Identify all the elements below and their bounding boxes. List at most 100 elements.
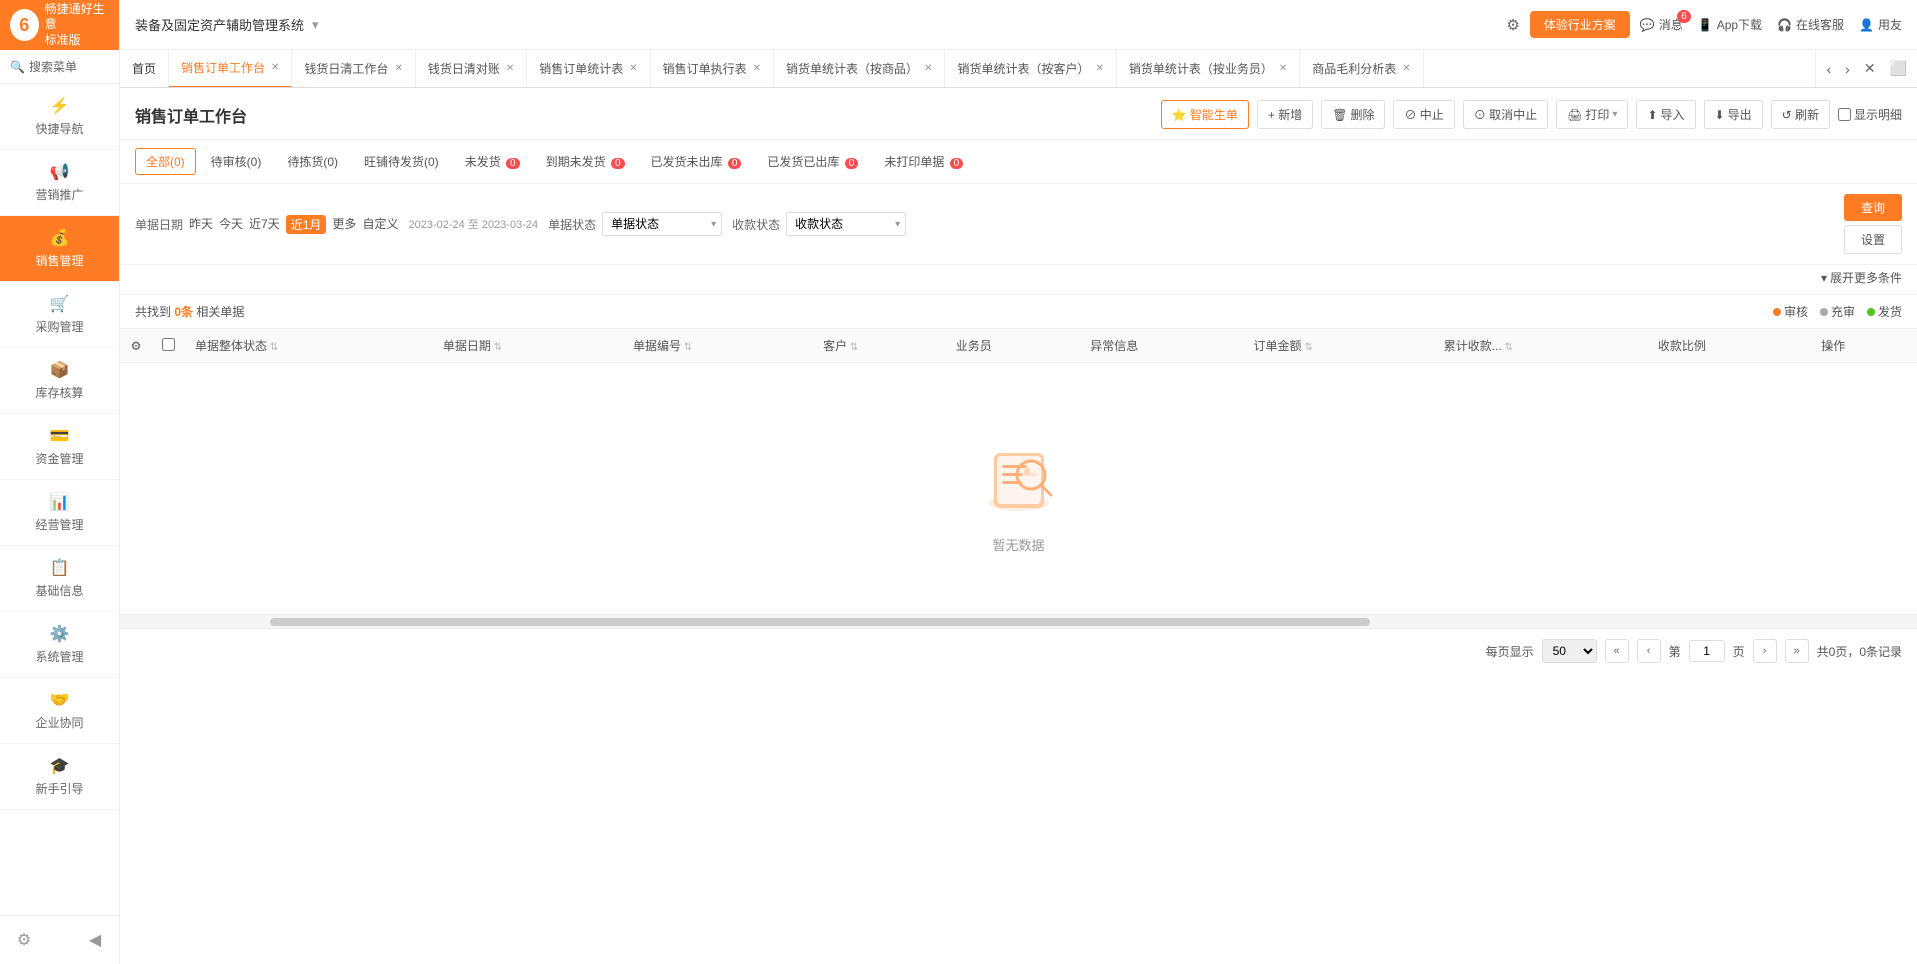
th-customer[interactable]: 客户 (813, 329, 946, 363)
chevron-down-icon[interactable]: ▾ (312, 17, 319, 33)
tab-sales-stats-customer[interactable]: 销货单统计表（按客户） ✕ (945, 50, 1116, 88)
tab-close-stats-staff[interactable]: ✕ (1279, 63, 1287, 74)
show-detail-input[interactable] (1838, 108, 1851, 121)
delete-btn[interactable]: 🗑 删除 (1321, 100, 1385, 129)
online-service-btn[interactable]: 🎧 在线客服 (1777, 16, 1844, 33)
th-date[interactable]: 单据日期 (433, 329, 623, 363)
date-last7[interactable]: 近7天 (249, 215, 280, 234)
sidebar-item-marketing[interactable]: 📢 营销推广 (0, 150, 119, 216)
th-status[interactable]: 单据整体状态 (185, 329, 433, 363)
expand-more-btn[interactable]: ▾ 展开更多条件 (1821, 269, 1902, 286)
refresh-btn[interactable]: ↺ 刷新 (1771, 100, 1830, 129)
tab-close-stats-customer[interactable]: ✕ (1095, 63, 1103, 74)
query-btn[interactable]: 查询 (1844, 194, 1902, 221)
review-action[interactable]: 审核 (1773, 303, 1808, 320)
next-page-btn[interactable]: › (1753, 639, 1777, 663)
cancel-stop-btn[interactable]: ⊙ 取消中止 (1463, 100, 1548, 129)
app-download-btn[interactable]: 📱 App下载 (1698, 16, 1762, 33)
sub-tab-pending-inspect[interactable]: 待拣货(0) (276, 148, 349, 175)
tab-close-cash-daily[interactable]: ✕ (394, 63, 402, 74)
th-amount[interactable]: 订单金额 (1244, 329, 1434, 363)
user-btn[interactable]: 👤 用友 (1859, 16, 1902, 33)
smart-create-btn[interactable]: ⭐ 智能生单 (1161, 100, 1249, 129)
message-icon: 💬 (1640, 18, 1655, 32)
sub-tab-wangpu[interactable]: 旺铺待发货(0) (353, 148, 450, 175)
tab-product-margin[interactable]: 商品毛利分析表 ✕ (1300, 50, 1423, 88)
lightning-icon: ⚡ (50, 96, 70, 116)
topbar-settings-icon[interactable]: ⚙ (1506, 16, 1519, 34)
last-page-btn[interactable]: » (1785, 639, 1809, 663)
tab-cash-reconcile[interactable]: 钱货日清对账 ✕ (416, 50, 527, 88)
sidebar-item-enterprise[interactable]: 🤝 企业协同 (0, 678, 119, 744)
sidebar-item-finance[interactable]: 💳 资金管理 (0, 414, 119, 480)
star-icon: ⭐ (1172, 108, 1187, 122)
tab-close-sales-order[interactable]: ✕ (271, 62, 279, 73)
sidebar-item-quick-nav[interactable]: ⚡ 快捷导航 (0, 84, 119, 150)
date-today[interactable]: 今天 (219, 215, 243, 234)
tab-cash-daily[interactable]: 钱货日清工作台 ✕ (292, 50, 415, 88)
tab-sales-order-stats[interactable]: 销售订单统计表 ✕ (527, 50, 650, 88)
status-select[interactable]: 单据状态 (602, 212, 722, 236)
tab-sales-stats-staff[interactable]: 销货单统计表（按业务员） ✕ (1117, 50, 1300, 88)
show-detail-checkbox[interactable]: 显示明细 (1838, 106, 1902, 123)
sub-tab-pending-review[interactable]: 待审核(0) (200, 148, 273, 175)
import-btn[interactable]: ⬆ 导入 (1636, 100, 1695, 129)
sub-tab-overdue[interactable]: 到期未发货 0 (535, 148, 636, 175)
th-number[interactable]: 单据编号 (623, 329, 813, 363)
prev-page-btn[interactable]: ‹ (1637, 639, 1661, 663)
sidebar-item-inventory[interactable]: 📦 库存核算 (0, 348, 119, 414)
sidebar-item-operations[interactable]: 📊 经营管理 (0, 480, 119, 546)
sidebar-item-basic-info[interactable]: 📋 基础信息 (0, 546, 119, 612)
settings-filter-btn[interactable]: 设置 (1844, 225, 1902, 254)
first-page-btn[interactable]: « (1605, 639, 1629, 663)
horizontal-scrollbar[interactable] (120, 614, 1917, 628)
sub-tab-shipped-out[interactable]: 已发货已出库 0 (756, 148, 869, 175)
date-more[interactable]: 更多 (332, 215, 356, 234)
message-btn[interactable]: 💬 消息 6 (1640, 16, 1683, 33)
th-settings[interactable]: ⚙ (120, 329, 152, 363)
th-operation: 操作 (1811, 329, 1917, 363)
sub-tab-shipped-not-out[interactable]: 已发货未出库 0 (640, 148, 753, 175)
th-check[interactable] (152, 329, 185, 363)
export-btn[interactable]: ⬇ 导出 (1704, 100, 1763, 129)
tab-sales-stats-product[interactable]: 销货单统计表（按商品） ✕ (774, 50, 945, 88)
sub-tab-all[interactable]: 全部(0) (135, 148, 196, 175)
chevron-down-icon: ▾ (1821, 271, 1827, 285)
tab-close-sales-exec[interactable]: ✕ (753, 63, 761, 74)
anti-review-action[interactable]: 充审 (1820, 303, 1855, 320)
date-custom[interactable]: 自定义 (362, 215, 398, 234)
tab-close-sales-stats[interactable]: ✕ (629, 63, 637, 74)
tabs-close-all-btn[interactable]: ✕ (1860, 58, 1880, 79)
sidebar-item-purchase[interactable]: 🛒 采购管理 (0, 282, 119, 348)
sub-tab-not-printed[interactable]: 未打印单据 0 (873, 148, 974, 175)
tab-close-margin[interactable]: ✕ (1402, 63, 1410, 74)
trial-btn[interactable]: 体验行业方案 (1530, 11, 1630, 38)
tab-sales-order-exec[interactable]: 销售订单执行表 ✕ (651, 50, 774, 88)
ship-action[interactable]: 发货 (1867, 303, 1902, 320)
scrollbar-thumb[interactable] (270, 618, 1370, 626)
tab-home[interactable]: 首页 (120, 50, 169, 88)
page-size-select[interactable]: 10 20 50 100 (1542, 639, 1597, 663)
sidebar-item-system[interactable]: ⚙️ 系统管理 (0, 612, 119, 678)
check-all[interactable] (162, 338, 175, 351)
settings-btn[interactable]: ⚙ (10, 926, 38, 954)
tabs-maximize-btn[interactable]: ⬜ (1886, 58, 1911, 79)
date-last1month[interactable]: 近1月 (286, 215, 327, 234)
tabs-next-btn[interactable]: › (1841, 59, 1854, 79)
sidebar-search[interactable]: 🔍 搜索菜单 (0, 50, 119, 84)
print-btn[interactable]: 🖨 打印 ▾ (1556, 100, 1628, 129)
sidebar-item-guide[interactable]: 🎓 新手引导 (0, 744, 119, 810)
stop-btn[interactable]: ⊘ 中止 (1393, 100, 1454, 129)
sidebar-item-sales[interactable]: 💰 销售管理 (0, 216, 119, 282)
tab-close-stats-product[interactable]: ✕ (924, 63, 932, 74)
th-collected[interactable]: 累计收款... (1434, 329, 1648, 363)
date-yesterday[interactable]: 昨天 (189, 215, 213, 234)
add-btn[interactable]: + 新增 (1257, 100, 1313, 129)
tab-close-cash-reconcile[interactable]: ✕ (506, 63, 514, 74)
tabs-prev-btn[interactable]: ‹ (1822, 59, 1835, 79)
page-input[interactable] (1689, 640, 1725, 662)
payment-select[interactable]: 收款状态 (786, 212, 906, 236)
sub-tab-not-shipped[interactable]: 未发货 0 (454, 148, 531, 175)
tab-sales-order-workbench[interactable]: 销售订单工作台 ✕ (169, 50, 292, 88)
collapse-btn[interactable]: ◀ (81, 926, 109, 954)
